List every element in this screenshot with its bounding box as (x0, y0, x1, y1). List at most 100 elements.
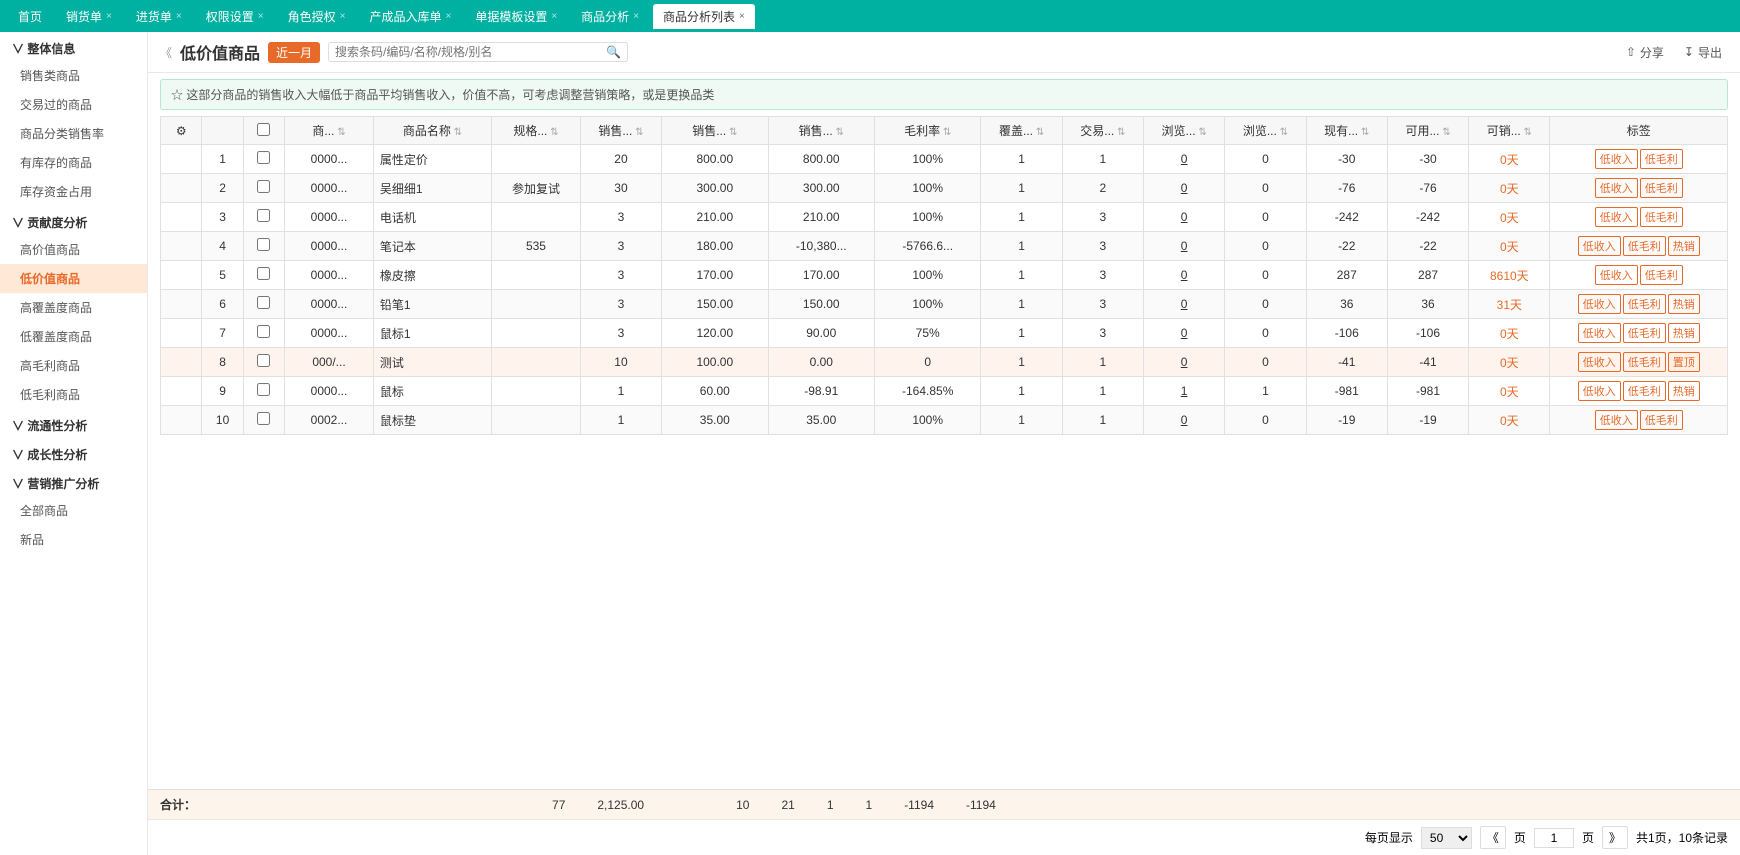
col-header-5[interactable]: 规格... ⇅ (492, 117, 581, 145)
sidebar-item-有库存的商品[interactable]: 有库存的商品 (0, 148, 147, 177)
col-header-6[interactable]: 销售... ⇅ (580, 117, 661, 145)
sidebar-item-全部商品[interactable]: 全部商品 (0, 496, 147, 525)
sidebar-item-新品[interactable]: 新品 (0, 525, 147, 554)
sidebar-item-高覆盖度商品[interactable]: 高覆盖度商品 (0, 293, 147, 322)
collapse-icon[interactable]: 《 (160, 44, 172, 61)
row-settings[interactable] (161, 290, 202, 319)
row-checkbox[interactable] (257, 151, 270, 164)
row-checkbox[interactable] (257, 267, 270, 280)
row-checkbox[interactable] (257, 412, 270, 425)
row-settings[interactable] (161, 145, 202, 174)
col-header-8[interactable]: 销售... ⇅ (768, 117, 874, 145)
col-header-13[interactable]: 浏览... ⇅ (1225, 117, 1306, 145)
nav-item-商品分析列表[interactable]: 商品分析列表× (653, 4, 755, 29)
sidebar-group[interactable]: ∨ 整体信息 (0, 32, 147, 61)
row-gross: 100% (874, 261, 980, 290)
col-header-12[interactable]: 浏览... ⇅ (1144, 117, 1225, 145)
filter-button[interactable]: 近一月 (268, 42, 320, 63)
row-code: 0000... (285, 261, 374, 290)
row-settings[interactable] (161, 232, 202, 261)
sidebar-item-低覆盖度商品[interactable]: 低覆盖度商品 (0, 322, 147, 351)
row-gross: 100% (874, 290, 980, 319)
nav-item-产成品入库单[interactable]: 产成品入库单× (359, 4, 461, 29)
export-button[interactable]: ↧ 导出 (1678, 42, 1728, 63)
row-checkbox-cell (243, 203, 284, 232)
nav-close-icon[interactable]: × (445, 11, 451, 22)
row-settings[interactable] (161, 174, 202, 203)
row-settings[interactable] (161, 261, 202, 290)
search-input[interactable] (335, 45, 602, 59)
row-index: 5 (202, 261, 243, 290)
row-checkbox[interactable] (257, 354, 270, 367)
nav-item-角色授权[interactable]: 角色授权× (278, 4, 356, 29)
row-view1[interactable]: 0 (1144, 174, 1225, 203)
nav-item-商品分析[interactable]: 商品分析× (571, 4, 649, 29)
row-checkbox[interactable] (257, 325, 270, 338)
col-header-9[interactable]: 毛利率 ⇅ (874, 117, 980, 145)
row-sales2: -98.91 (768, 377, 874, 406)
row-spec (492, 290, 581, 319)
row-view1[interactable]: 0 (1144, 261, 1225, 290)
per-page-select[interactable]: 5020100 (1421, 827, 1472, 849)
sidebar-item-销售类商品[interactable]: 销售类商品 (0, 61, 147, 90)
nav-item-单据模板设置[interactable]: 单据模板设置× (465, 4, 567, 29)
row-checkbox[interactable] (257, 180, 270, 193)
next-page-button[interactable]: 》 (1602, 826, 1628, 849)
first-page-button[interactable]: 《 (1480, 826, 1506, 849)
row-sales2: 90.00 (768, 319, 874, 348)
nav-close-icon[interactable]: × (340, 11, 346, 22)
sidebar-item-低毛利商品[interactable]: 低毛利商品 (0, 380, 147, 409)
row-checkbox[interactable] (257, 238, 270, 251)
row-settings[interactable] (161, 319, 202, 348)
sidebar-item-低价值商品[interactable]: 低价值商品 (0, 264, 147, 293)
sidebar-item-商品分类销售率[interactable]: 商品分类销售率 (0, 119, 147, 148)
sidebar-item-高价值商品[interactable]: 高价值商品 (0, 235, 147, 264)
sidebar-item-库存资金占用[interactable]: 库存资金占用 (0, 177, 147, 206)
row-view1[interactable]: 0 (1144, 406, 1225, 435)
row-view1[interactable]: 0 (1144, 203, 1225, 232)
row-view1[interactable]: 1 (1144, 377, 1225, 406)
share-button[interactable]: ⇧ 分享 (1620, 42, 1670, 63)
col-header-14[interactable]: 现有... ⇅ (1306, 117, 1387, 145)
row-settings[interactable] (161, 377, 202, 406)
col-header-3[interactable]: 商... ⇅ (285, 117, 374, 145)
page-input[interactable] (1534, 828, 1574, 848)
col-header-11[interactable]: 交易... ⇅ (1062, 117, 1143, 145)
nav-item-权限设置[interactable]: 权限设置× (196, 4, 274, 29)
sidebar-group[interactable]: ∨ 成长性分析 (0, 438, 147, 467)
col-header-10[interactable]: 覆盖... ⇅ (981, 117, 1062, 145)
col-header-4[interactable]: 商品名称 ⇅ (373, 117, 491, 145)
row-view1[interactable]: 0 (1144, 319, 1225, 348)
row-checkbox[interactable] (257, 209, 270, 222)
nav-item-进货单[interactable]: 进货单× (126, 4, 192, 29)
select-all-checkbox[interactable] (257, 123, 270, 136)
nav-close-icon[interactable]: × (551, 11, 557, 22)
nav-item-销货单[interactable]: 销货单× (56, 4, 122, 29)
nav-close-icon[interactable]: × (176, 11, 182, 22)
row-checkbox[interactable] (257, 296, 270, 309)
nav-close-icon[interactable]: × (106, 11, 112, 22)
row-checkbox[interactable] (257, 383, 270, 396)
row-view1[interactable]: 0 (1144, 232, 1225, 261)
nav-close-icon[interactable]: × (633, 11, 639, 22)
row-settings[interactable] (161, 203, 202, 232)
sidebar-group[interactable]: ∨ 贡献度分析 (0, 206, 147, 235)
nav-close-icon[interactable]: × (739, 11, 745, 22)
row-settings[interactable] (161, 406, 202, 435)
row-view1[interactable]: 0 (1144, 348, 1225, 377)
col-header-16[interactable]: 可销... ⇅ (1469, 117, 1550, 145)
nav-item-首页[interactable]: 首页 (8, 4, 52, 29)
nav-close-icon[interactable]: × (258, 11, 264, 22)
row-tags: 低收入低毛利 (1550, 406, 1728, 435)
sidebar-item-交易过的商品[interactable]: 交易过的商品 (0, 90, 147, 119)
row-qty: 3 (580, 232, 661, 261)
row-view1[interactable]: 0 (1144, 145, 1225, 174)
sidebar-group[interactable]: ∨ 流通性分析 (0, 409, 147, 438)
sidebar-group[interactable]: ∨ 营销推广分析 (0, 467, 147, 496)
sidebar-item-高毛利商品[interactable]: 高毛利商品 (0, 351, 147, 380)
row-settings[interactable] (161, 348, 202, 377)
col-header-15[interactable]: 可用... ⇅ (1387, 117, 1468, 145)
col-header-7[interactable]: 销售... ⇅ (662, 117, 768, 145)
row-view1[interactable]: 0 (1144, 290, 1225, 319)
table-row: 30000...电话机3210.00210.00100%1300-242-242… (161, 203, 1728, 232)
